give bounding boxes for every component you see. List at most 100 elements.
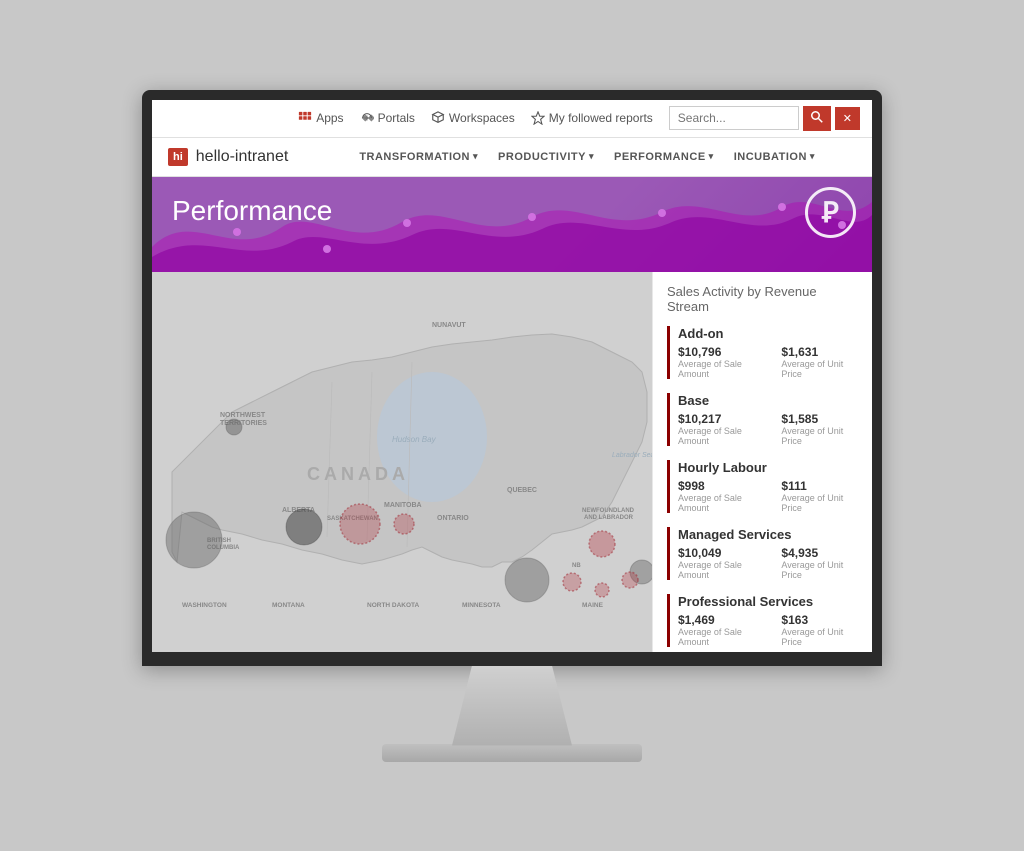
logo-area: hi hello-intranet — [168, 148, 288, 166]
map-area: CANADA NORTHWEST TERRITORIES NUNAVUT ALB… — [152, 272, 652, 652]
sales-item-name: Managed Services — [678, 527, 858, 542]
portals-icon — [360, 111, 374, 125]
unit-price-label: Average of Unit Price — [781, 426, 858, 446]
sales-item-name: Add-on — [678, 326, 858, 341]
svg-text:Labrador Sea: Labrador Sea — [612, 452, 652, 459]
sale-amount-value: $10,796 — [678, 345, 765, 359]
sale-amount-value: $1,469 — [678, 613, 765, 627]
sales-item: Professional Services $1,469 Average of … — [667, 594, 858, 647]
svg-text:WASHINGTON: WASHINGTON — [182, 602, 227, 609]
unit-price-value: $111 — [781, 479, 858, 493]
monitor-screen: Apps Portals Workspaces — [142, 90, 882, 666]
sales-metrics: $10,217 Average of Sale Amount $1,585 Av… — [678, 412, 858, 446]
sales-item: Base $10,217 Average of Sale Amount $1,5… — [667, 393, 858, 446]
main-navigation: TRANSFORMATION ▾ PRODUCTIVITY ▾ PERFORMA… — [318, 151, 856, 163]
unit-price-label: Average of Unit Price — [781, 560, 858, 580]
sales-metrics: $1,469 Average of Sale Amount $163 Avera… — [678, 613, 858, 647]
nav-item-portals[interactable]: Portals — [360, 111, 415, 125]
sale-amount-label: Average of Sale Amount — [678, 627, 765, 647]
sales-item: Hourly Labour $998 Average of Sale Amoun… — [667, 460, 858, 513]
sales-metrics: $10,049 Average of Sale Amount $4,935 Av… — [678, 546, 858, 580]
nav-item-apps[interactable]: Apps — [298, 111, 343, 125]
svg-text:NEWFOUNDLAND: NEWFOUNDLAND — [582, 508, 635, 514]
sales-items-container: Add-on $10,796 Average of Sale Amount $1… — [667, 326, 858, 652]
chevron-down-icon: ▾ — [810, 151, 815, 162]
unit-price-metric: $111 Average of Unit Price — [781, 479, 858, 513]
unit-price-metric: $4,935 Average of Unit Price — [781, 546, 858, 580]
unit-price-metric: $1,631 Average of Unit Price — [781, 345, 858, 379]
svg-text:NORTH DAKOTA: NORTH DAKOTA — [367, 602, 420, 609]
sale-amount-metric: $998 Average of Sale Amount — [678, 479, 765, 513]
nav-incubation[interactable]: INCUBATION ▾ — [734, 151, 815, 163]
svg-text:MINNESOTA: MINNESOTA — [462, 602, 501, 609]
sales-item: Managed Services $10,049 Average of Sale… — [667, 527, 858, 580]
logo-text: hello-intranet — [196, 148, 289, 166]
nav-performance[interactable]: PERFORMANCE ▾ — [614, 151, 714, 163]
sales-item-name: Professional Services — [678, 594, 858, 609]
followed-reports-label: My followed reports — [549, 111, 653, 125]
sale-amount-label: Average of Sale Amount — [678, 426, 765, 446]
unit-price-metric: $163 Average of Unit Price — [781, 613, 858, 647]
nav-item-workspaces[interactable]: Workspaces — [431, 111, 515, 125]
nav-transformation[interactable]: TRANSFORMATION ▾ — [359, 151, 478, 163]
monitor-stand — [412, 666, 612, 746]
search-clear-icon: ✕ — [843, 113, 852, 125]
sale-amount-metric: $10,049 Average of Sale Amount — [678, 546, 765, 580]
app-header: hi hello-intranet TRANSFORMATION ▾ PRODU… — [152, 138, 872, 177]
search-input[interactable] — [669, 106, 799, 130]
chevron-down-icon: ▾ — [709, 151, 714, 162]
top-navigation-bar: Apps Portals Workspaces — [152, 100, 872, 138]
svg-text:NB: NB — [572, 563, 581, 569]
search-button-icon — [811, 111, 823, 123]
sales-item-name: Base — [678, 393, 858, 408]
unit-price-value: $4,935 — [781, 546, 858, 560]
sale-amount-label: Average of Sale Amount — [678, 359, 765, 379]
svg-text:MAINE: MAINE — [582, 602, 604, 609]
canada-map-svg: CANADA NORTHWEST TERRITORIES NUNAVUT ALB… — [152, 272, 652, 652]
sales-panel-title: Sales Activity by Revenue Stream — [667, 284, 858, 314]
monitor-wrapper: Apps Portals Workspaces — [142, 90, 882, 762]
sales-panel: Sales Activity by Revenue Stream Add-on … — [652, 272, 872, 652]
unit-price-label: Average of Unit Price — [781, 359, 858, 379]
sale-amount-metric: $10,796 Average of Sale Amount — [678, 345, 765, 379]
unit-price-label: Average of Unit Price — [781, 493, 858, 513]
unit-price-metric: $1,585 Average of Unit Price — [781, 412, 858, 446]
sale-amount-label: Average of Sale Amount — [678, 493, 765, 513]
unit-price-value: $1,631 — [781, 345, 858, 359]
sales-item-name: Hourly Labour — [678, 460, 858, 475]
svg-text:MANITOBA: MANITOBA — [384, 502, 422, 509]
star-icon — [531, 111, 545, 125]
sales-metrics: $10,796 Average of Sale Amount $1,631 Av… — [678, 345, 858, 379]
apps-icon — [298, 111, 312, 125]
nav-item-followed-reports[interactable]: My followed reports — [531, 111, 653, 125]
svg-text:Ꝑ: Ꝑ — [821, 197, 839, 228]
sale-amount-value: $10,217 — [678, 412, 765, 426]
unit-price-value: $1,585 — [781, 412, 858, 426]
svg-text:MONTANA: MONTANA — [272, 602, 305, 609]
portals-label: Portals — [378, 111, 415, 125]
chevron-down-icon: ▾ — [473, 151, 478, 162]
performance-logo: Ꝑ — [803, 185, 858, 250]
svg-text:Hudson Bay: Hudson Bay — [392, 435, 437, 444]
sale-amount-metric: $1,469 Average of Sale Amount — [678, 613, 765, 647]
svg-text:ONTARIO: ONTARIO — [437, 515, 469, 522]
search-container: ✕ — [669, 106, 860, 131]
sales-metrics: $998 Average of Sale Amount $111 Average… — [678, 479, 858, 513]
sales-item: Add-on $10,796 Average of Sale Amount $1… — [667, 326, 858, 379]
sale-amount-metric: $10,217 Average of Sale Amount — [678, 412, 765, 446]
apps-label: Apps — [316, 111, 343, 125]
logo-icon: hi — [168, 148, 188, 166]
svg-text:NUNAVUT: NUNAVUT — [432, 322, 466, 329]
unit-price-value: $163 — [781, 613, 858, 627]
search-clear-button[interactable]: ✕ — [835, 107, 860, 130]
sale-amount-value: $10,049 — [678, 546, 765, 560]
hero-section: Performance Ꝑ — [152, 177, 872, 272]
search-button[interactable] — [803, 106, 831, 131]
svg-text:NORTHWEST: NORTHWEST — [220, 412, 266, 419]
sale-amount-value: $998 — [678, 479, 765, 493]
sale-amount-label: Average of Sale Amount — [678, 560, 765, 580]
svg-text:CANADA: CANADA — [307, 464, 409, 484]
nav-productivity[interactable]: PRODUCTIVITY ▾ — [498, 151, 594, 163]
workspaces-icon — [431, 111, 445, 125]
monitor-base — [382, 744, 642, 762]
